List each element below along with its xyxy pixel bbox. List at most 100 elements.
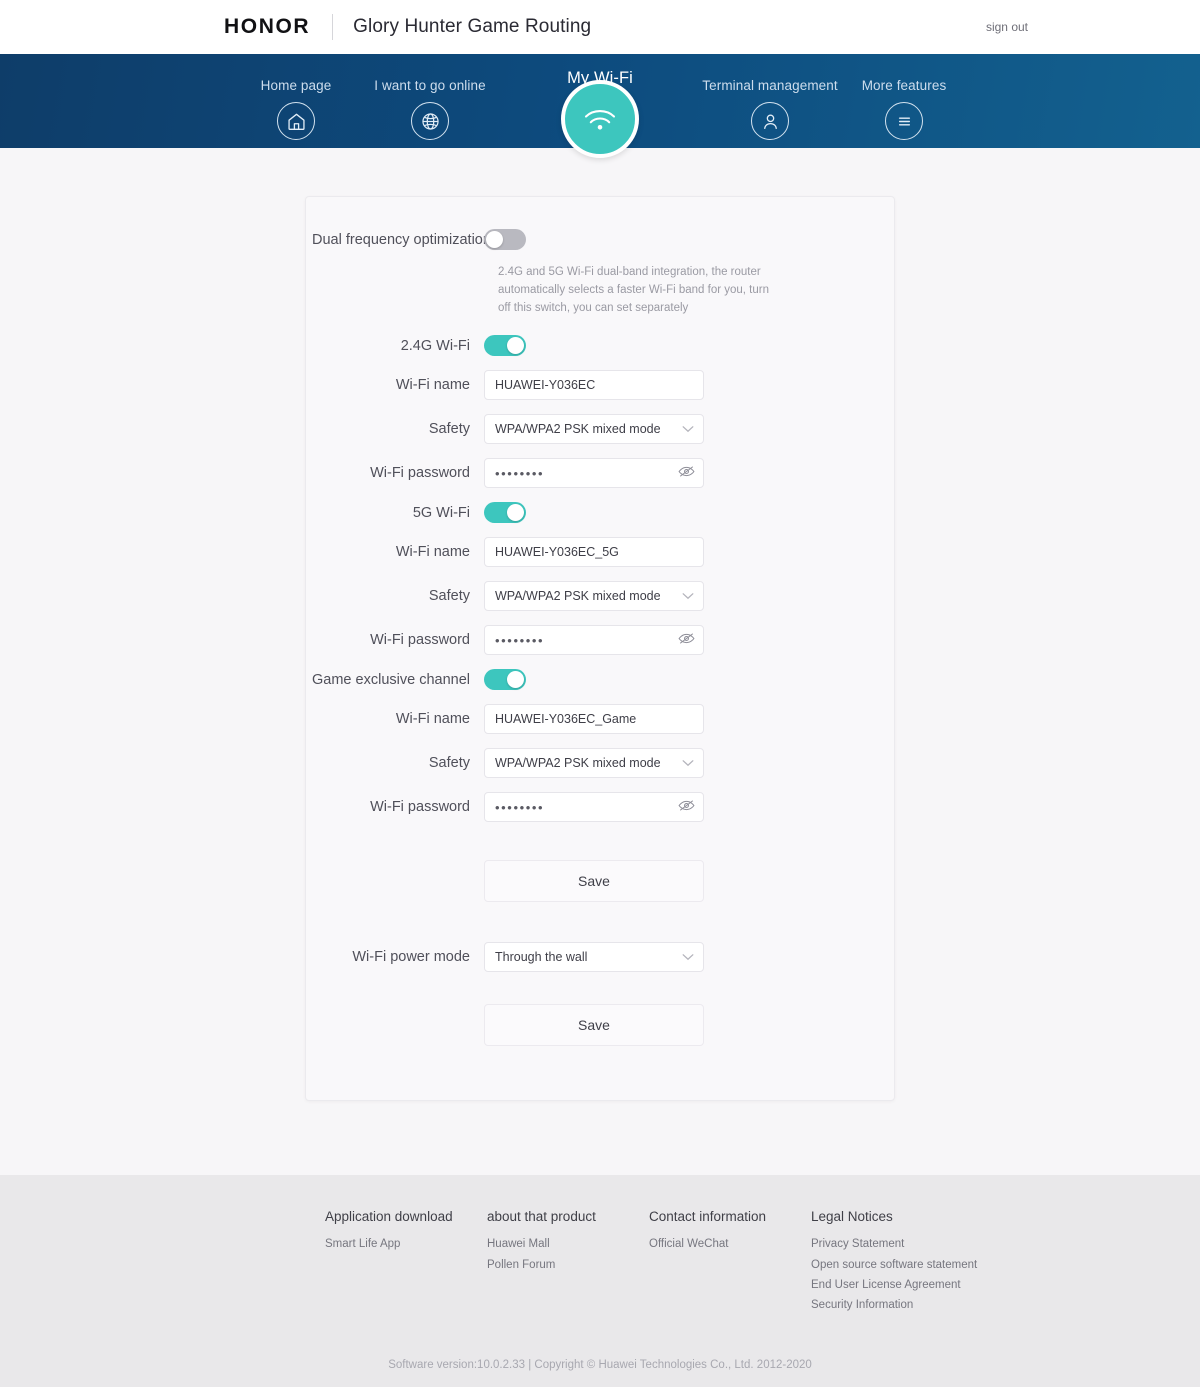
row-game-password: Wi-Fi password ••••••••	[312, 792, 856, 823]
select-value: WPA/WPA2 PSK mixed mode	[495, 422, 661, 437]
page-title: Glory Hunter Game Routing	[353, 16, 592, 37]
page-footer: Application download Smart Life App abou…	[0, 1175, 1200, 1387]
globe-icon	[411, 102, 449, 140]
row-24g-password: Wi-Fi password ••••••••	[312, 458, 856, 489]
band-5g-label: 5G Wi-Fi	[412, 504, 470, 521]
row-save-secondary: Save	[312, 1004, 856, 1047]
chevron-down-icon	[682, 589, 694, 603]
chevron-down-icon	[682, 422, 694, 436]
game-safety-select[interactable]: WPA/WPA2 PSK mixed mode	[484, 748, 704, 779]
footer-link-huawei-mall[interactable]: Huawei Mall	[487, 1236, 649, 1253]
band-24g-label: 2.4G Wi-Fi	[400, 337, 470, 354]
band-5g-toggle[interactable]	[484, 502, 526, 524]
game-password-input[interactable]: ••••••••	[484, 792, 704, 823]
footer-link-open-source-software-statement[interactable]: Open source software statement	[811, 1257, 1031, 1274]
nav-label: Home page	[260, 78, 332, 93]
save-primary-button[interactable]: Save	[484, 860, 704, 903]
footer-link-privacy-statement[interactable]: Privacy Statement	[811, 1236, 1031, 1253]
band-5g-safety-select[interactable]: WPA/WPA2 PSK mixed mode	[484, 581, 704, 612]
wifi-icon	[561, 80, 639, 158]
toggle-knob	[486, 231, 503, 248]
band-5g-password-label: Wi-Fi password	[370, 632, 470, 649]
select-value: WPA/WPA2 PSK mixed mode	[495, 756, 661, 771]
main-navigation: Home page I want to go online My Wi-Fi T…	[0, 54, 1200, 158]
footer-column-title: about that product	[487, 1209, 596, 1225]
content-area: Dual frequency optimization 2.4G and 5G …	[0, 148, 1200, 1175]
row-game-name: Wi-Fi name HUAWEI-Y036EC_Game	[312, 704, 856, 735]
nav-label: I want to go online	[374, 78, 486, 93]
eye-off-icon[interactable]	[678, 799, 695, 816]
nav-item-i-want-to-go-online[interactable]: I want to go online	[363, 54, 497, 140]
input-value: HUAWEI-Y036EC_5G	[495, 545, 619, 560]
home-icon	[277, 102, 315, 140]
nav-item-more-features[interactable]: More features	[837, 54, 971, 140]
footer-columns: Application download Smart Life App abou…	[325, 1209, 1200, 1317]
power-mode-select[interactable]: Through the wall	[484, 942, 704, 973]
row-24g-safety: Safety WPA/WPA2 PSK mixed mode	[312, 414, 856, 445]
wifi-settings-card: Dual frequency optimization 2.4G and 5G …	[305, 196, 895, 1102]
select-value: WPA/WPA2 PSK mixed mode	[495, 589, 661, 604]
password-value: ••••••••	[495, 632, 545, 648]
top-bar: HONOR Glory Hunter Game Routing sign out	[0, 0, 1200, 54]
row-dual-frequency: Dual frequency optimization	[312, 229, 856, 250]
toggle-knob	[507, 337, 524, 355]
footer-link-pollen-forum[interactable]: Pollen Forum	[487, 1257, 649, 1274]
band-5g-name-label: Wi-Fi name	[395, 544, 470, 561]
chevron-down-icon	[682, 950, 694, 964]
game-name-label: Wi-Fi name	[395, 711, 470, 728]
nav-item-terminal-management[interactable]: Terminal management	[702, 54, 838, 140]
eye-off-icon[interactable]	[678, 632, 695, 649]
footer-link-smart-life-app[interactable]: Smart Life App	[325, 1236, 487, 1253]
brand-divider	[332, 14, 334, 40]
game-password-label: Wi-Fi password	[370, 799, 470, 816]
footer-link-official-wechat[interactable]: Official WeChat	[649, 1236, 811, 1253]
footer-column-title: Contact information	[649, 1209, 767, 1225]
brand-area: HONOR Glory Hunter Game Routing	[224, 14, 591, 40]
footer-link-end-user-license-agreement[interactable]: End User License Agreement	[811, 1277, 1031, 1294]
password-value: ••••••••	[495, 465, 545, 481]
power-mode-label: Wi-Fi power mode	[352, 949, 470, 966]
select-value: Through the wall	[495, 950, 588, 965]
dual-frequency-helper-text: 2.4G and 5G Wi-Fi dual-band integration,…	[498, 266, 769, 314]
footer-link-security-information[interactable]: Security Information	[811, 1297, 1031, 1314]
row-5g-toggle: 5G Wi-Fi	[312, 502, 856, 524]
band-24g-safety-select[interactable]: WPA/WPA2 PSK mixed mode	[484, 414, 704, 445]
page-root: HONOR Glory Hunter Game Routing sign out…	[0, 0, 1200, 1387]
band-5g-password-input[interactable]: ••••••••	[484, 625, 704, 656]
footer-column-legal-notices: Legal Notices Privacy Statement Open sou…	[811, 1209, 1031, 1317]
save-secondary-button[interactable]: Save	[484, 1004, 704, 1047]
chevron-down-icon	[682, 756, 694, 770]
input-value: HUAWEI-Y036EC_Game	[495, 712, 637, 727]
dual-frequency-toggle[interactable]	[484, 229, 526, 250]
footer-column-title: Legal Notices	[811, 1209, 893, 1225]
honor-logo: HONOR	[224, 15, 311, 38]
nav-item-home-page[interactable]: Home page	[229, 54, 363, 140]
row-5g-password: Wi-Fi password ••••••••	[312, 625, 856, 656]
footer-column-title: Application download	[325, 1209, 453, 1225]
input-value: HUAWEI-Y036EC	[495, 378, 596, 393]
row-save-primary: Save	[312, 860, 856, 903]
nav-item-my-wi-fi[interactable]: My Wi-Fi	[533, 54, 667, 158]
nav-label: More features	[861, 78, 947, 93]
game-channel-label: Game exclusive channel	[312, 671, 470, 688]
game-safety-label: Safety	[428, 755, 470, 772]
row-game-channel-toggle: Game exclusive channel	[312, 669, 856, 691]
nav-label: Terminal management	[702, 78, 838, 93]
band-5g-name-input[interactable]: HUAWEI-Y036EC_5G	[484, 537, 704, 568]
band-5g-safety-label: Safety	[428, 588, 470, 605]
row-24g-toggle: 2.4G Wi-Fi	[312, 335, 856, 357]
password-value: ••••••••	[495, 799, 545, 815]
band-24g-toggle[interactable]	[484, 335, 526, 357]
footer-column-contact-information: Contact information Official WeChat	[649, 1209, 811, 1317]
eye-off-icon[interactable]	[678, 465, 695, 482]
band-24g-password-input[interactable]: ••••••••	[484, 458, 704, 489]
copyright-text: Software version:10.0.2.33 | Copyright ©…	[388, 1359, 812, 1372]
user-icon	[751, 102, 789, 140]
game-name-input[interactable]: HUAWEI-Y036EC_Game	[484, 704, 704, 735]
game-channel-toggle[interactable]	[484, 669, 526, 691]
band-24g-name-input[interactable]: HUAWEI-Y036EC	[484, 370, 704, 401]
sign-out-link[interactable]: sign out	[986, 20, 1028, 34]
band-24g-password-label: Wi-Fi password	[370, 465, 470, 482]
toggle-knob	[507, 504, 524, 522]
row-game-safety: Safety WPA/WPA2 PSK mixed mode	[312, 748, 856, 779]
